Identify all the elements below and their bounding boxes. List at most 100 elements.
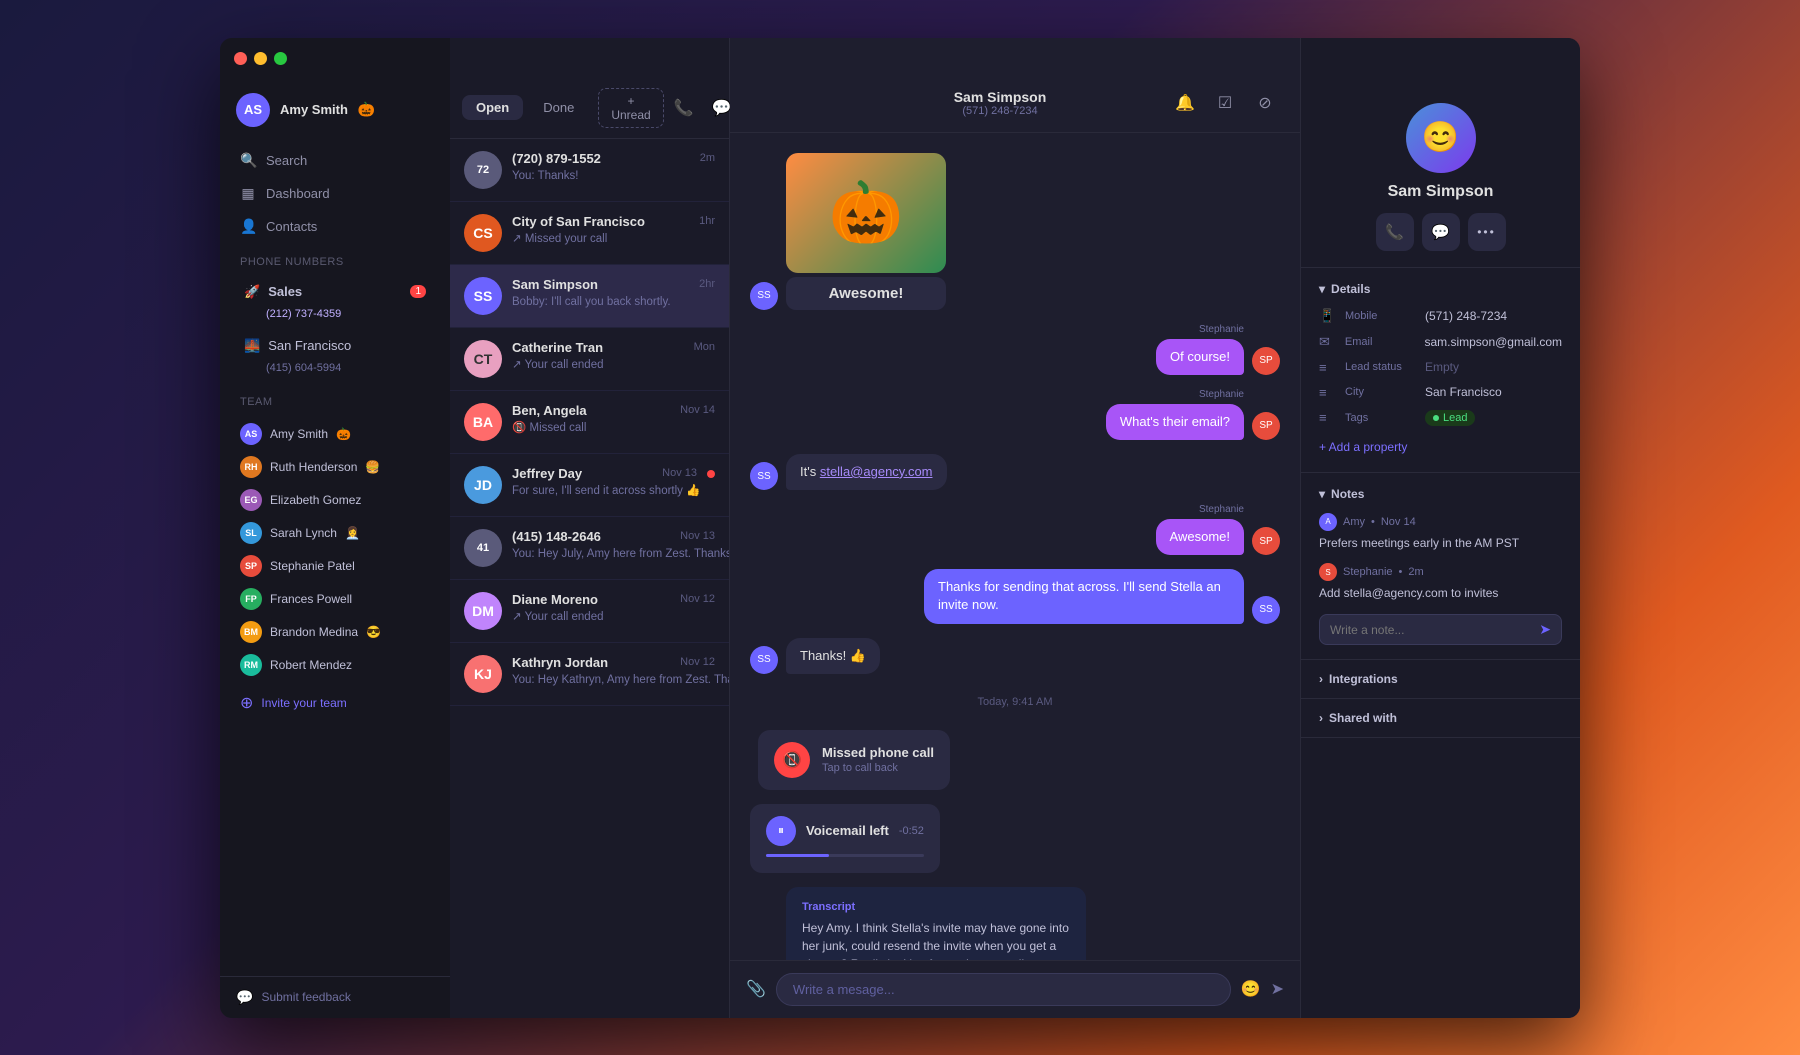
robert-avatar: RM: [240, 654, 262, 676]
note-input-row[interactable]: ➤: [1319, 614, 1562, 645]
conv-item-diane[interactable]: DM Diane Moreno Nov 12 ↗ Your call ended: [450, 580, 729, 643]
conv-item-415[interactable]: 41 (415) 148-2646 Nov 13 You: Hey July, …: [450, 517, 729, 580]
conv-item-sam[interactable]: SS Sam Simpson 2hr Bobby: I'll call you …: [450, 265, 729, 328]
team-member-stephanie[interactable]: SP Stephanie Patel: [230, 550, 440, 582]
conv-time-415: Nov 13: [680, 530, 715, 542]
conv-list-header: Open Done + Unread 📞 💬: [450, 38, 729, 139]
email-label: Email: [1345, 336, 1415, 348]
sarah-emoji: 👩‍💼: [345, 526, 360, 540]
notes-label: Notes: [1331, 487, 1364, 501]
chat-check-icon[interactable]: ☑: [1210, 88, 1240, 118]
chat-input-field[interactable]: Write a mesage...: [776, 973, 1231, 1006]
conv-avatar-kathryn: KJ: [464, 655, 502, 693]
notes-section-header[interactable]: ▾ Notes: [1319, 487, 1562, 501]
add-property-label: + Add a property: [1319, 440, 1407, 454]
emoji-icon[interactable]: 😊: [1241, 979, 1261, 999]
note-input[interactable]: [1330, 623, 1533, 637]
contact-more-button[interactable]: •••: [1468, 213, 1506, 251]
nav-item-dashboard[interactable]: ▦ Dashboard: [230, 178, 440, 209]
team-member-ruth[interactable]: RH Ruth Henderson 🍔: [230, 451, 440, 483]
details-label: Details: [1331, 282, 1370, 296]
conv-content-diane: Diane Moreno Nov 12 ↗ Your call ended: [512, 592, 715, 625]
timestamp-divider: Today, 9:41 AM: [750, 688, 1280, 716]
msg-avatar-sam2: SS: [750, 462, 778, 490]
minimize-button[interactable]: [254, 52, 267, 65]
contact-phone-button[interactable]: 📞: [1376, 213, 1414, 251]
chat-header: Sam Simpson (571) 248-7234 🔔 ☑ ⊘: [730, 38, 1300, 133]
team-member-brandon[interactable]: BM Brandon Medina 😎: [230, 616, 440, 648]
phone-icon-button[interactable]: 📞: [670, 94, 698, 122]
msg-row-voicemail: ⏸ Voicemail left -0:52: [750, 804, 1280, 873]
tab-open[interactable]: Open: [462, 95, 523, 120]
nav-item-search[interactable]: 🔍 Search: [230, 145, 440, 176]
conv-name-720: (720) 879-1552: [512, 151, 601, 166]
conv-name-415: (415) 148-2646: [512, 529, 601, 544]
tags-label: Tags: [1345, 412, 1415, 424]
pause-button[interactable]: ⏸: [766, 816, 796, 846]
missed-call-title: Missed phone call: [822, 745, 934, 760]
conv-item-sf[interactable]: CS City of San Francisco 1hr ↗ Missed yo…: [450, 202, 729, 265]
team-member-sarah[interactable]: SL Sarah Lynch 👩‍💼: [230, 517, 440, 549]
inbox-sales[interactable]: 🚀 Sales 1 (212) 737-4359: [230, 276, 440, 328]
conv-preview-415: You: Hey July, Amy here from Zest. Thank…: [512, 548, 729, 560]
shared-with-section[interactable]: › Shared with: [1301, 699, 1580, 738]
team-member-frances[interactable]: FP Frances Powell: [230, 583, 440, 615]
integrations-section[interactable]: › Integrations: [1301, 660, 1580, 699]
chat-contact-name: Sam Simpson: [954, 89, 1047, 105]
sidebar-user[interactable]: AS Amy Smith 🎃: [220, 83, 450, 141]
dashboard-icon: ▦: [240, 185, 256, 202]
conv-item-catherine[interactable]: CT Catherine Tran Mon ↗ Your call ended: [450, 328, 729, 391]
notes-section: ▾ Notes A Amy • Nov 14 Prefers meetings …: [1301, 473, 1580, 661]
conv-content-kathryn: Kathryn Jordan Nov 12 You: Hey Kathryn, …: [512, 655, 715, 688]
inbox-san-francisco[interactable]: 🌉 San Francisco (415) 604-5994: [230, 330, 440, 382]
conv-item-jeffrey[interactable]: JD Jeffrey Day Nov 13 For sure, I'll sen…: [450, 454, 729, 517]
stella-email-link[interactable]: stella@agency.com: [820, 464, 933, 479]
msg-row-thanks-sending: SS Thanks for sending that across. I'll …: [750, 569, 1280, 623]
invite-label: Invite your team: [261, 696, 346, 710]
note-author-amy: Amy: [1343, 516, 1365, 528]
details-chevron-icon: ▾: [1319, 282, 1325, 296]
conv-item-720[interactable]: 72 (720) 879-1552 2m You: Thanks!: [450, 139, 729, 202]
brandon-avatar: BM: [240, 621, 262, 643]
invite-team[interactable]: ⊕ Invite your team: [220, 687, 450, 719]
tags-icon: ≡: [1319, 410, 1335, 425]
voice-bar[interactable]: [766, 854, 924, 857]
voicemail-card: ⏸ Voicemail left -0:52: [750, 804, 940, 873]
stephanie-name: Stephanie Patel: [270, 559, 355, 573]
conv-time-kathryn: Nov 12: [680, 656, 715, 668]
details-section: ▾ Details 📱 Mobile (571) 248-7234 ✉ Emai…: [1301, 268, 1580, 473]
conv-name-sam: Sam Simpson: [512, 277, 598, 292]
missed-call-card[interactable]: 📵 Missed phone call Tap to call back: [758, 730, 950, 790]
add-property-button[interactable]: + Add a property: [1319, 436, 1562, 458]
note-avatar-stephanie: S: [1319, 563, 1337, 581]
integrations-header: › Integrations: [1319, 672, 1562, 686]
conv-item-kathryn[interactable]: KJ Kathryn Jordan Nov 12 You: Hey Kathry…: [450, 643, 729, 706]
attachment-icon[interactable]: 📎: [746, 979, 766, 999]
chat-contact-phone: (571) 248-7234: [954, 105, 1047, 117]
contact-message-button[interactable]: 💬: [1422, 213, 1460, 251]
fullscreen-button[interactable]: [274, 52, 287, 65]
team-member-amy[interactable]: AS Amy Smith 🎃: [230, 418, 440, 450]
tag-lead-badge[interactable]: Lead: [1425, 410, 1475, 426]
nav-item-contacts[interactable]: 👤 Contacts: [230, 211, 440, 242]
email-value: sam.simpson@gmail.com: [1424, 335, 1562, 349]
send-icon[interactable]: ➤: [1271, 979, 1284, 999]
team-member-elizabeth[interactable]: EG Elizabeth Gomez: [230, 484, 440, 516]
conv-content-jeffrey: Jeffrey Day Nov 13 For sure, I'll send i…: [512, 466, 697, 499]
submit-feedback[interactable]: 💬 Submit feedback: [220, 976, 450, 1018]
city-value: San Francisco: [1425, 385, 1562, 399]
chat-slash-icon[interactable]: ⊘: [1250, 88, 1280, 118]
close-button[interactable]: [234, 52, 247, 65]
unread-button[interactable]: + Unread: [598, 88, 663, 128]
tab-done[interactable]: Done: [529, 95, 588, 120]
team-member-robert[interactable]: RM Robert Mendez: [230, 649, 440, 681]
inbox-list: 🚀 Sales 1 (212) 737-4359 🌉 San Francisco…: [220, 272, 450, 386]
sf-phone: (415) 604-5994: [244, 362, 341, 374]
msg-sender-stephanie1: Stephanie: [1199, 324, 1244, 335]
note-send-icon[interactable]: ➤: [1539, 621, 1551, 638]
details-section-header[interactable]: ▾ Details: [1319, 282, 1562, 296]
conv-avatar-catherine: CT: [464, 340, 502, 378]
sales-label: Sales: [268, 284, 302, 299]
conv-item-ben[interactable]: BA Ben, Angela Nov 14 📵 Missed call: [450, 391, 729, 454]
chat-bell-icon[interactable]: 🔔: [1170, 88, 1200, 118]
